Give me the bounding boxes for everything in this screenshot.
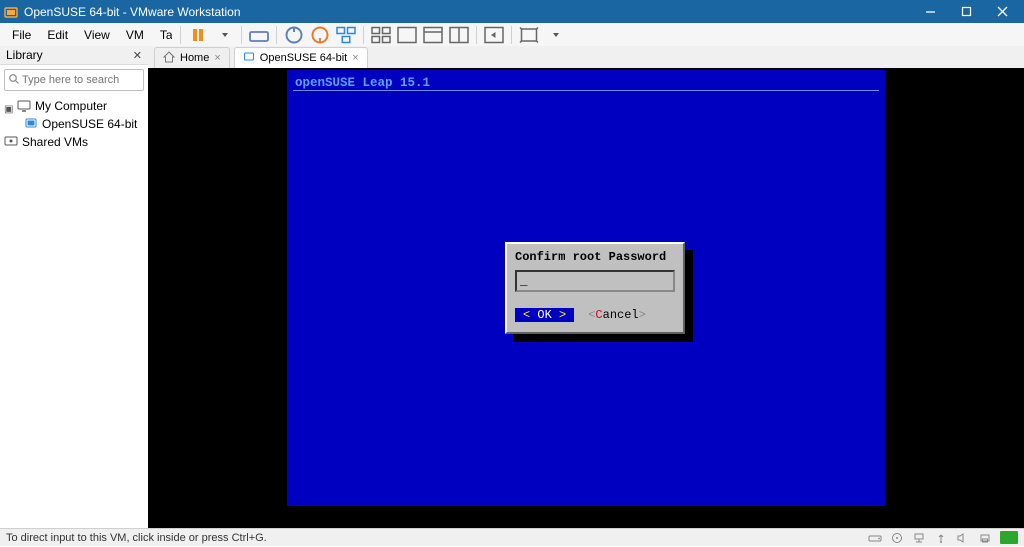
tab-vm-opensuse[interactable]: OpenSUSE 64-bit × [234,47,368,68]
tab-home[interactable]: Home × [154,47,230,68]
vm-console[interactable]: openSUSE Leap 15.1 Confirm root Password… [148,68,1024,529]
minimize-button[interactable] [912,1,948,23]
window-titlebar: OpenSUSE 64-bit - VMware Workstation [0,0,1024,23]
tab-close-button[interactable]: × [214,52,220,64]
toolbar-separator [180,26,181,44]
root-password-input[interactable]: _ [515,270,675,292]
pause-button[interactable] [186,25,210,45]
thumbnail-view-button[interactable] [369,25,393,45]
os-line [293,90,879,91]
close-button[interactable] [984,1,1020,23]
toolbar [172,23,1024,47]
toolbar-separator [363,26,364,44]
send-ctrl-alt-del-button[interactable] [247,25,271,45]
toolbar-separator [276,26,277,44]
library-header: Library ✕ [0,46,148,65]
dialog-title: Confirm root Password [515,250,675,264]
library-panel: Library ✕ ▣ My Computer OpenSUSE 64-bit … [0,46,149,529]
printer-icon[interactable] [978,532,992,544]
status-device-icons [868,531,1018,544]
cancel-button[interactable]: <Cancel> [588,308,646,322]
cd-icon[interactable] [890,532,904,544]
revert-snapshot-button[interactable] [308,25,332,45]
guest-screen[interactable]: openSUSE Leap 15.1 Confirm root Password… [287,70,885,506]
tree-shared-vms[interactable]: Shared VMs [2,133,146,151]
tab-label: OpenSUSE 64-bit [260,52,347,64]
library-search-input[interactable] [20,73,166,87]
tab-label: Home [180,52,209,64]
collapse-icon[interactable]: ▣ [4,102,13,111]
tree-label: My Computer [35,98,107,114]
sound-icon[interactable] [956,532,970,544]
toolbar-separator [511,26,512,44]
app-icon [4,5,18,19]
single-view-button[interactable] [395,25,419,45]
library-close-button[interactable]: ✕ [133,49,142,62]
stretch-button[interactable] [517,25,541,45]
tab-bar: Home × OpenSUSE 64-bit × [148,46,1024,69]
statusbar: To direct input to this VM, click inside… [0,528,1024,546]
vm-icon [243,51,255,66]
menu-vm[interactable]: VM [118,25,152,45]
tree-vm-opensuse[interactable]: OpenSUSE 64-bit [2,115,146,133]
tree-label: OpenSUSE 64-bit [42,116,137,132]
unity-button[interactable] [447,25,471,45]
library-tree: ▣ My Computer OpenSUSE 64-bit Shared VMs [0,95,148,153]
vm-icon [24,118,38,130]
stretch-dropdown[interactable] [543,25,567,45]
network-icon[interactable] [912,532,926,544]
toolbar-separator [241,26,242,44]
status-text: To direct input to this VM, click inside… [6,532,267,544]
library-title: Library [6,48,43,62]
ok-button[interactable]: OK [515,308,574,322]
search-icon [8,73,20,88]
tree-label: Shared VMs [22,134,88,150]
fullscreen-button[interactable] [482,25,506,45]
menu-edit[interactable]: Edit [39,25,76,45]
toolbar-separator [476,26,477,44]
message-icon[interactable] [1000,531,1018,544]
library-search[interactable] [4,69,144,91]
os-title: openSUSE Leap 15.1 [295,76,430,90]
usb-icon[interactable] [934,532,948,544]
tree-my-computer[interactable]: ▣ My Computer [2,97,146,115]
maximize-button[interactable] [948,1,984,23]
power-dropdown[interactable] [212,25,236,45]
snapshot-button[interactable] [282,25,306,45]
manage-snapshots-button[interactable] [334,25,358,45]
shared-icon [4,136,18,148]
window-title: OpenSUSE 64-bit - VMware Workstation [24,5,912,19]
confirm-password-dialog: Confirm root Password _ OK <Cancel> [505,242,685,334]
tab-close-button[interactable]: × [352,52,358,64]
menu-file[interactable]: File [4,25,39,45]
hdd-icon[interactable] [868,532,882,544]
home-icon [163,51,175,66]
menu-view[interactable]: View [76,25,118,45]
console-view-button[interactable] [421,25,445,45]
computer-icon [17,100,31,112]
